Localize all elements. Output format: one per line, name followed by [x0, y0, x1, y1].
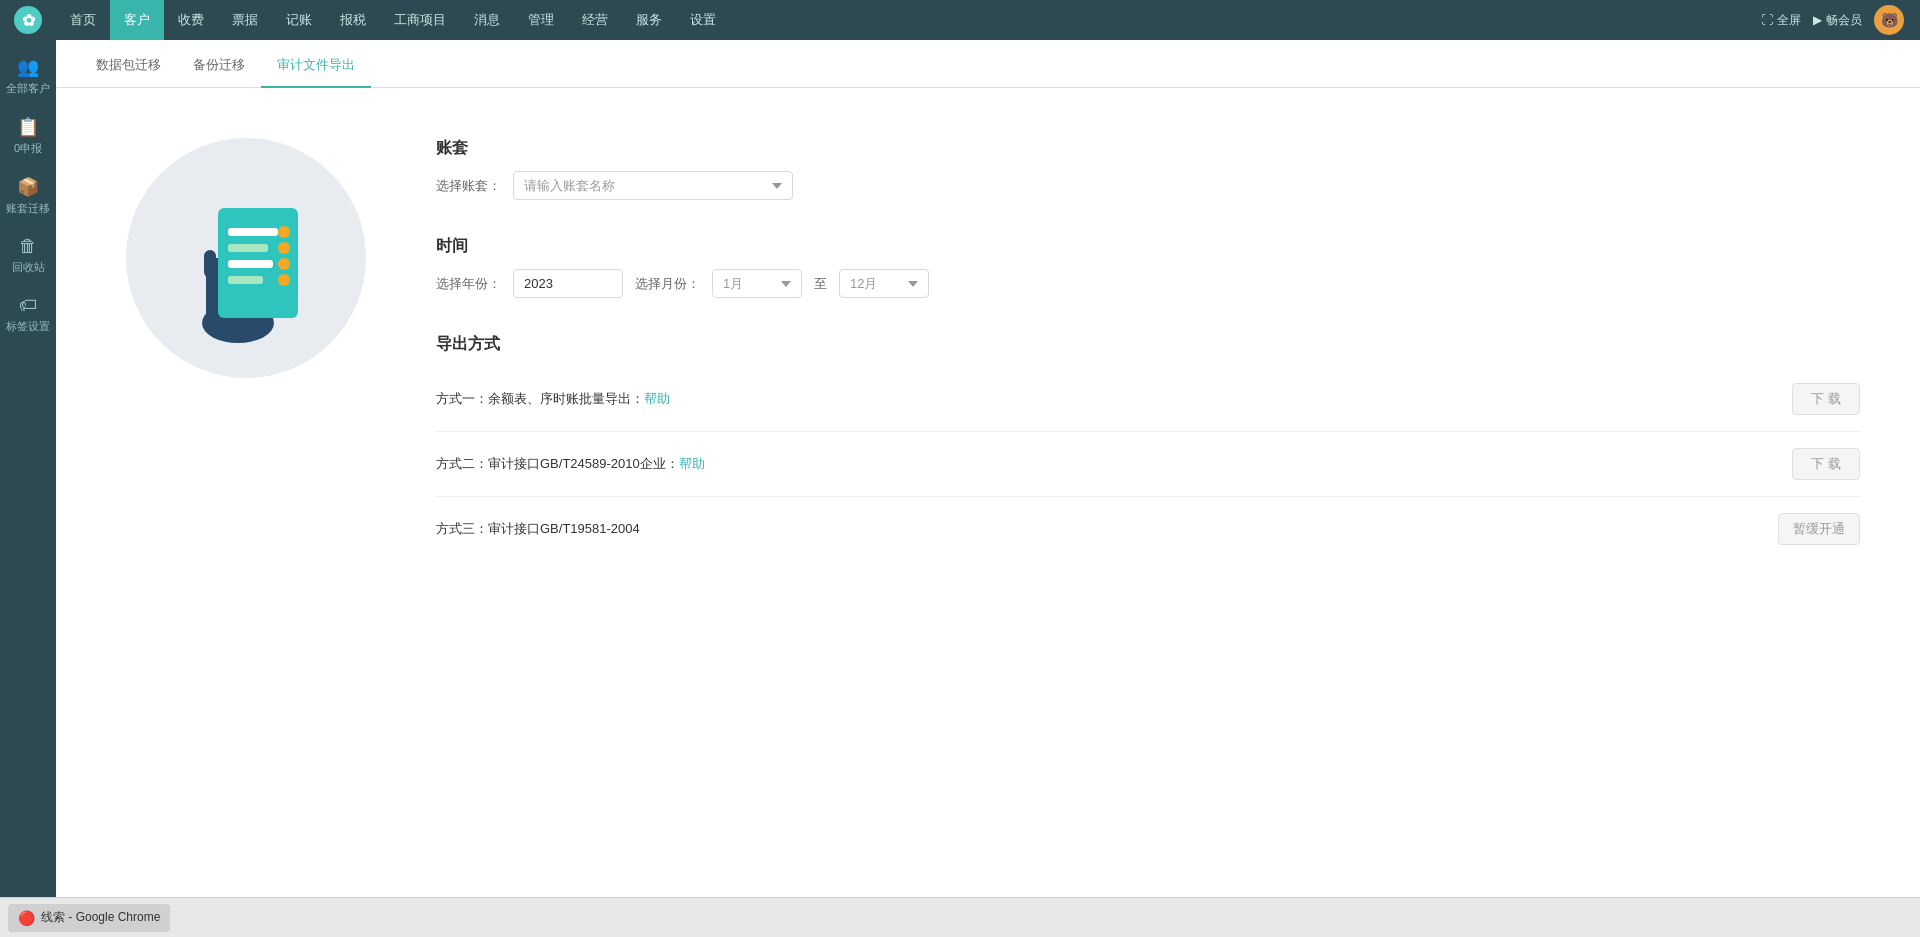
taskbar: 🔴 线索 - Google Chrome — [0, 897, 1920, 937]
sidebar-label-2: 账套迁移 — [6, 201, 50, 216]
sidebar-icon-2: 📦 — [17, 176, 39, 198]
sidebar-label-4: 标签设置 — [6, 319, 50, 334]
fullscreen-label: 全屏 — [1777, 12, 1801, 29]
time-title: 时间 — [436, 236, 1860, 257]
to-label: 至 — [814, 275, 827, 293]
sidebar-item-1[interactable]: 📋 0申报 — [0, 108, 56, 164]
nav-item-服务[interactable]: 服务 — [622, 0, 676, 40]
month-label: 选择月份： — [635, 275, 700, 293]
nav-item-客户[interactable]: 客户 — [110, 0, 164, 40]
tab-2[interactable]: 审计文件导出 — [261, 44, 371, 88]
sidebar: 👥 全部客户 📋 0申报 📦 账套迁移 🗑 回收站 🏷 标签设置 — [0, 40, 56, 897]
member-button[interactable]: ▶ 畅会员 — [1813, 12, 1862, 29]
nav-item-报税[interactable]: 报税 — [326, 0, 380, 40]
sidebar-icon-4: 🏷 — [19, 295, 37, 316]
year-input[interactable] — [513, 269, 623, 298]
fullscreen-icon: ⛶ — [1761, 13, 1773, 27]
play-icon: ▶ — [1813, 13, 1822, 27]
content-area: 数据包迁移备份迁移审计文件导出 — [56, 40, 1920, 897]
export-btn-0[interactable]: 下 载 — [1792, 383, 1860, 415]
export-label-0: 方式一：余额表、序时账批量导出：帮助 — [436, 390, 670, 408]
illustration-svg — [166, 168, 326, 348]
account-label: 选择账套： — [436, 177, 501, 195]
export-row-1: 方式二：审计接口GB/T24589-2010企业：帮助 下 载 — [436, 432, 1860, 497]
sidebar-icon-1: 📋 — [17, 116, 39, 138]
export-methods: 方式一：余额表、序时账批量导出：帮助下 载方式二：审计接口GB/T24589-2… — [436, 367, 1860, 561]
logo[interactable]: ✿ — [0, 0, 56, 40]
taskbar-item-0[interactable]: 🔴 线索 - Google Chrome — [8, 904, 170, 932]
taskbar-label-0: 线索 - Google Chrome — [41, 909, 160, 926]
tab-1[interactable]: 备份迁移 — [177, 44, 261, 88]
taskbar-icon-0: 🔴 — [18, 910, 35, 926]
sidebar-item-4[interactable]: 🏷 标签设置 — [0, 287, 56, 342]
svg-point-11 — [278, 226, 290, 238]
month-from-select[interactable]: 1月2月3月4月5月6月7月8月9月10月11月12月 — [712, 269, 802, 298]
svg-point-12 — [278, 242, 290, 254]
nav-item-经营[interactable]: 经营 — [568, 0, 622, 40]
time-section: 时间 选择年份： 选择月份： 1月2月3月4月5月6月7月8月9月10月11月1… — [436, 236, 1860, 306]
time-row: 选择年份： 选择月份： 1月2月3月4月5月6月7月8月9月10月11月12月 … — [436, 269, 1860, 298]
sidebar-label-0: 全部客户 — [6, 81, 50, 96]
svg-rect-7 — [228, 228, 278, 236]
nav-item-记账[interactable]: 记账 — [272, 0, 326, 40]
svg-rect-2 — [204, 250, 216, 278]
export-help-link-1[interactable]: 帮助 — [679, 456, 705, 471]
sidebar-item-0[interactable]: 👥 全部客户 — [0, 48, 56, 104]
sidebar-label-3: 回收站 — [12, 260, 45, 275]
export-btn-2[interactable]: 暂缓开通 — [1778, 513, 1860, 545]
avatar[interactable]: 🐻 — [1874, 5, 1904, 35]
sidebar-item-3[interactable]: 🗑 回收站 — [0, 228, 56, 283]
main-layout: 👥 全部客户 📋 0申报 📦 账套迁移 🗑 回收站 🏷 标签设置 数据包迁移备份迁移审计文件导出 — [0, 40, 1920, 897]
sidebar-label-1: 0申报 — [14, 141, 42, 156]
tab-0[interactable]: 数据包迁移 — [80, 44, 177, 88]
tab-bar: 数据包迁移备份迁移审计文件导出 — [56, 40, 1920, 88]
year-label: 选择年份： — [436, 275, 501, 293]
sidebar-icon-3: 🗑 — [19, 236, 37, 257]
account-section: 账套 选择账套： 请输入账套名称 — [436, 138, 1860, 208]
svg-point-13 — [278, 258, 290, 270]
export-btn-1[interactable]: 下 载 — [1792, 448, 1860, 480]
export-label-1: 方式二：审计接口GB/T24589-2010企业：帮助 — [436, 455, 705, 473]
export-label-2: 方式三：审计接口GB/T19581-2004 — [436, 520, 640, 538]
sidebar-item-2[interactable]: 📦 账套迁移 — [0, 168, 56, 224]
nav-item-消息[interactable]: 消息 — [460, 0, 514, 40]
svg-rect-9 — [228, 260, 273, 268]
logo-icon: ✿ — [22, 11, 35, 30]
nav-item-票据[interactable]: 票据 — [218, 0, 272, 40]
nav-item-首页[interactable]: 首页 — [56, 0, 110, 40]
month-to-select[interactable]: 1月2月3月4月5月6月7月8月9月10月11月12月 — [839, 269, 929, 298]
form-area: 账套 选择账套： 请输入账套名称 时间 选择年份： 选择月份： — [436, 128, 1860, 561]
fullscreen-button[interactable]: ⛶ 全屏 — [1761, 12, 1801, 29]
account-title: 账套 — [436, 138, 1860, 159]
nav-item-工商项目[interactable]: 工商项目 — [380, 0, 460, 40]
export-row-2: 方式三：审计接口GB/T19581-2004 暂缓开通 — [436, 497, 1860, 561]
export-text-1: 方式二：审计接口GB/T24589-2010企业： — [436, 456, 679, 471]
sidebar-icon-0: 👥 — [17, 56, 39, 78]
svg-rect-10 — [228, 276, 263, 284]
export-help-link-0[interactable]: 帮助 — [644, 391, 670, 406]
member-label: 畅会员 — [1826, 12, 1862, 29]
nav-items: 首页客户收费票据记账报税工商项目消息管理经营服务设置 — [56, 0, 1761, 40]
export-text-0: 方式一：余额表、序时账批量导出： — [436, 391, 644, 406]
svg-point-14 — [278, 274, 290, 286]
illustration-circle — [126, 138, 366, 378]
illustration-area — [116, 128, 376, 388]
account-select[interactable]: 请输入账套名称 — [513, 171, 793, 200]
nav-right: ⛶ 全屏 ▶ 畅会员 🐻 — [1761, 5, 1920, 35]
account-row: 选择账套： 请输入账套名称 — [436, 171, 1860, 200]
logo-circle: ✿ — [14, 6, 42, 34]
export-section: 导出方式 方式一：余额表、序时账批量导出：帮助下 载方式二：审计接口GB/T24… — [436, 334, 1860, 561]
export-title: 导出方式 — [436, 334, 1860, 355]
nav-item-设置[interactable]: 设置 — [676, 0, 730, 40]
page-content: 账套 选择账套： 请输入账套名称 时间 选择年份： 选择月份： — [56, 88, 1920, 897]
nav-item-管理[interactable]: 管理 — [514, 0, 568, 40]
export-text-2: 方式三：审计接口GB/T19581-2004 — [436, 521, 640, 536]
nav-item-收费[interactable]: 收费 — [164, 0, 218, 40]
svg-rect-8 — [228, 244, 268, 252]
top-navigation: ✿ 首页客户收费票据记账报税工商项目消息管理经营服务设置 ⛶ 全屏 ▶ 畅会员 … — [0, 0, 1920, 40]
export-row-0: 方式一：余额表、序时账批量导出：帮助 下 载 — [436, 367, 1860, 432]
